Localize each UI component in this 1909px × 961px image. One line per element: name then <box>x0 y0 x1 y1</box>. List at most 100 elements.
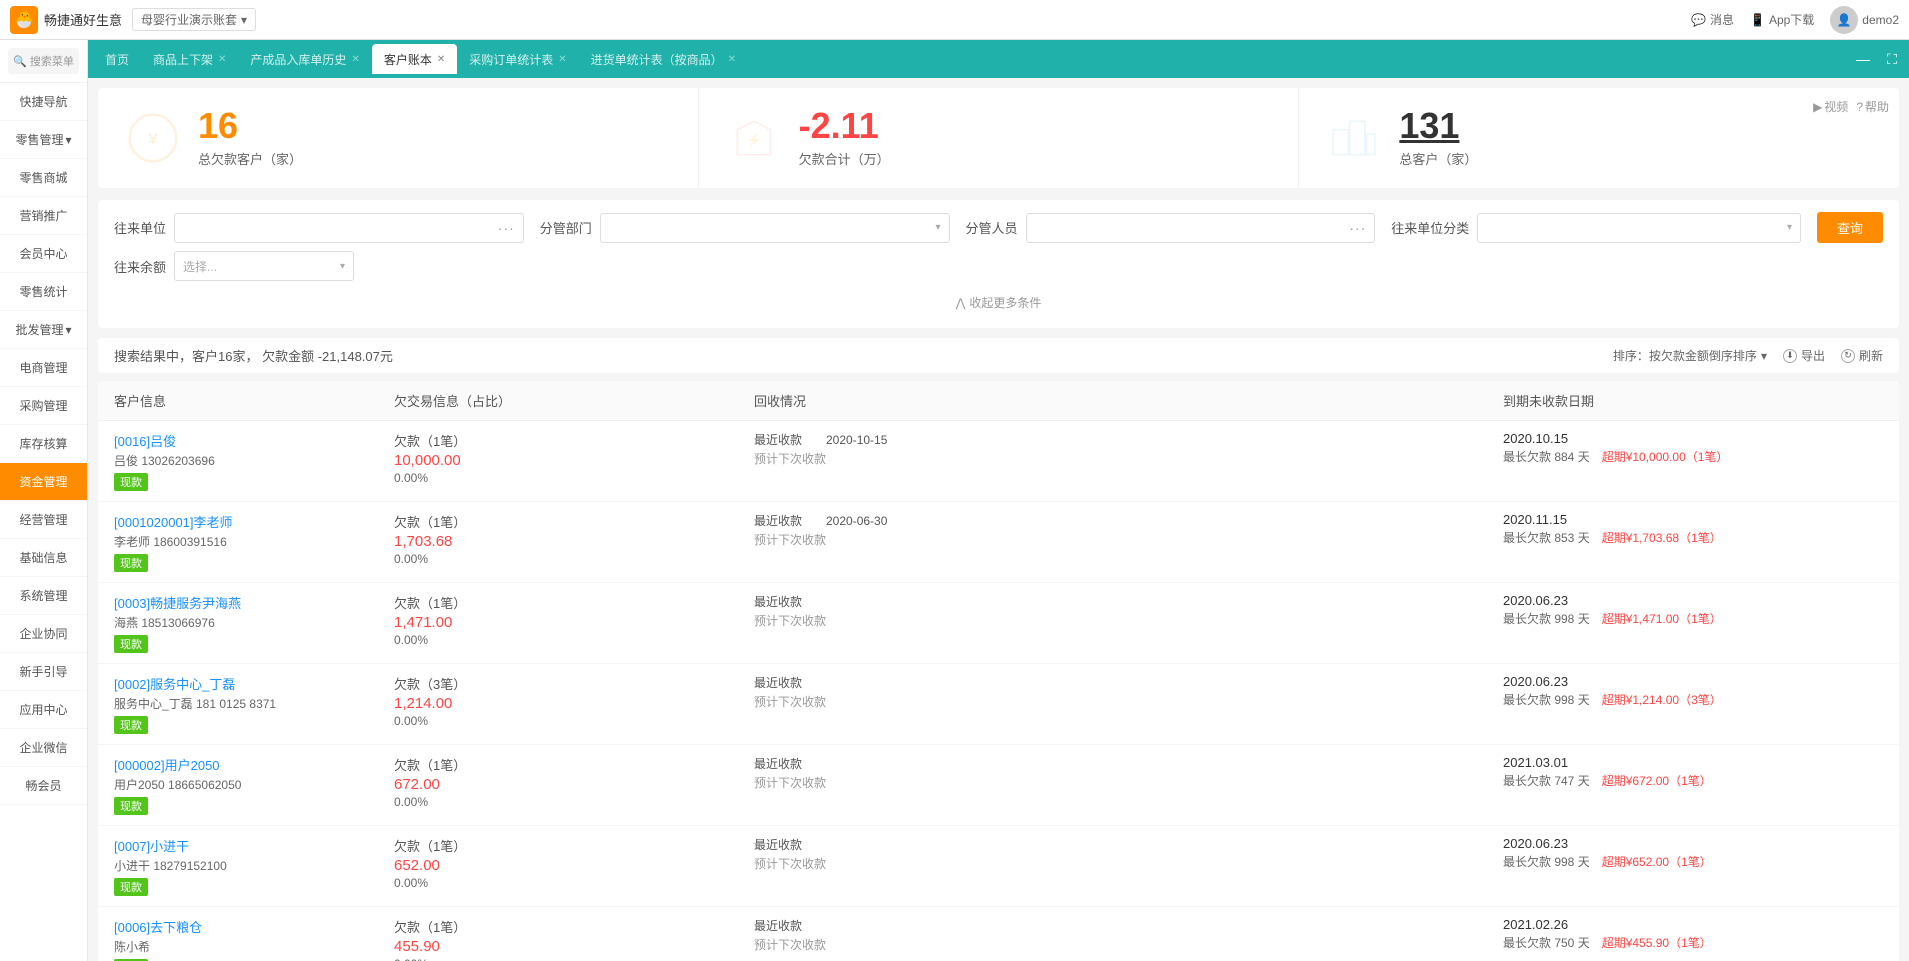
sidebar-item-app-center[interactable]: 应用中心 <box>0 691 87 729</box>
sort-label: 排序：按欠款金额倒序排序 <box>1613 347 1757 364</box>
sidebar-item-guide[interactable]: 新手引导 <box>0 653 87 691</box>
overdue-link[interactable]: 超期¥1,471.00（1笔） <box>1602 612 1722 626</box>
sidebar-item-retail-mall[interactable]: 零售商城 <box>0 159 87 197</box>
sidebar-item-marketing[interactable]: 营销推广 <box>0 197 87 235</box>
debt-count: 欠款（3笔） <box>394 674 754 693</box>
overdue-link[interactable]: 超期¥1,214.00（3笔） <box>1602 693 1722 707</box>
header-recover: 回收情况 <box>754 391 1503 410</box>
sidebar-item-enterprise[interactable]: 企业协同 <box>0 615 87 653</box>
sidebar-item-capital[interactable]: 资金管理 <box>0 463 87 501</box>
tab-close-icon[interactable]: ✕ <box>218 54 226 65</box>
stat-icon-debt: ⚡ <box>724 108 784 168</box>
sidebar-item-label: 系统管理 <box>19 589 67 603</box>
sidebar-item-ecommerce[interactable]: 电商管理 <box>0 349 87 387</box>
debt-amount-label: 欠款合计（万） <box>799 149 1274 168</box>
tab-customer-account[interactable]: 客户账本 ✕ <box>372 44 457 74</box>
tab-home[interactable]: 首页 <box>93 44 141 74</box>
tab-label: 采购订单统计表 <box>469 51 553 68</box>
help-action[interactable]: ? 帮助 <box>1856 98 1889 115</box>
filter-balance: 往来余额 选择... ▾ <box>114 251 354 281</box>
sidebar-item-label: 批发管理 <box>15 321 63 338</box>
tab-close-icon[interactable]: ✕ <box>558 54 566 65</box>
customer-info: 陈小希 <box>114 938 394 955</box>
filter-dept: 分管部门 ▾ <box>540 213 950 243</box>
collapse-row: ⋀ 收起更多条件 <box>114 289 1883 316</box>
tab-product-history[interactable]: 产成品入库单历史 ✕ <box>238 44 371 74</box>
next-collect-label: 预计下次收款 <box>754 855 1503 872</box>
video-action[interactable]: ▶ 视频 <box>1813 98 1848 115</box>
help-label: 帮助 <box>1865 98 1889 115</box>
overdue-link[interactable]: 超期¥455.90（1笔） <box>1602 936 1712 950</box>
sidebar-item-basic-info[interactable]: 基础信息 <box>0 539 87 577</box>
refresh-button[interactable]: ↻ 刷新 <box>1841 347 1883 364</box>
sidebar-item-label: 应用中心 <box>19 703 67 717</box>
sidebar-search-button[interactable]: 🔍 搜索菜单 <box>8 48 79 74</box>
sidebar-nav: 快捷导航 零售管理 ▾ 零售商城 营销推广 会员中心 零售统计 <box>0 83 87 805</box>
last-collect-label: 最近收款 2020-10-15 <box>754 431 1503 448</box>
message-action[interactable]: 💬 消息 <box>1691 11 1734 28</box>
sidebar-item-retail-mgmt[interactable]: 零售管理 ▾ <box>0 121 87 159</box>
collapse-button[interactable]: ⋀ 收起更多条件 <box>956 294 1042 311</box>
customer-tag: 现款 <box>114 554 148 572</box>
sidebar-item-member[interactable]: 会员中心 <box>0 235 87 273</box>
filter-vendor-category-label: 往来单位分类 <box>1391 218 1469 237</box>
sidebar-item-inventory[interactable]: 库存核算 <box>0 425 87 463</box>
filter-vendor-category-select[interactable]: ▾ <box>1477 213 1801 243</box>
filter-person-input[interactable]: ··· <box>1026 213 1376 243</box>
sidebar-item-quick-nav[interactable]: 快捷导航 <box>0 83 87 121</box>
tab-maximize-button[interactable]: ⛶ <box>1880 47 1904 71</box>
sidebar-item-operations[interactable]: 经营管理 <box>0 501 87 539</box>
overdue-link[interactable]: 超期¥10,000.00（1笔） <box>1602 450 1729 464</box>
sidebar-item-vip[interactable]: 畅会员 <box>0 767 87 805</box>
debt-amount: 1,471.00 <box>394 614 754 631</box>
overdue-detail: 最长欠款 998 天 超期¥652.00（1笔） <box>1503 853 1883 870</box>
customer-name-link[interactable]: [0016]吕俊 <box>114 431 394 450</box>
store-selector[interactable]: 母婴行业演示账套 ▾ <box>132 8 256 31</box>
message-icon: 💬 <box>1691 13 1706 27</box>
tab-product-shelf[interactable]: 商品上下架 ✕ <box>141 44 238 74</box>
debt-cell: 欠款（1笔） 10,000.00 0.00% <box>394 431 754 485</box>
overdue-link[interactable]: 超期¥672.00（1笔） <box>1602 774 1712 788</box>
customer-name-link[interactable]: [0003]畅捷服务尹海燕 <box>114 593 394 612</box>
overdue-link[interactable]: 超期¥1,703.68（1笔） <box>1602 531 1722 545</box>
recover-cell: 最近收款 预计下次收款 <box>754 674 1503 710</box>
last-collect-label: 最近收款 <box>754 674 1503 691</box>
export-button[interactable]: ⬇ 导出 <box>1783 347 1825 364</box>
customer-name-link[interactable]: [0001020001]李老师 <box>114 512 394 531</box>
filter-dept-label: 分管部门 <box>540 218 592 237</box>
customer-name-link[interactable]: [0007]小进干 <box>114 836 394 855</box>
next-collect-label: 预计下次收款 <box>754 612 1503 629</box>
user-profile[interactable]: 👤 demo2 <box>1830 6 1899 34</box>
tab-close-icon[interactable]: ✕ <box>437 54 445 65</box>
customer-name-link[interactable]: [000002]用户2050 <box>114 755 394 774</box>
tab-close-icon[interactable]: ✕ <box>728 54 736 65</box>
tab-purchase-order[interactable]: 采购订单统计表 ✕ <box>457 44 578 74</box>
sidebar-item-purchase[interactable]: 采购管理 <box>0 387 87 425</box>
filter-vendor-category: 往来单位分类 ▾ <box>1391 213 1801 243</box>
sidebar-item-system[interactable]: 系统管理 <box>0 577 87 615</box>
customer-name-link[interactable]: [0002]服务中心_丁磊 <box>114 674 394 693</box>
filter-vendor-input[interactable]: ··· <box>174 213 524 243</box>
stat-content-total: 131 总客户（家） <box>1399 108 1874 168</box>
customer-name-link[interactable]: [0006]去下粮仓 <box>114 917 394 936</box>
tab-close-icon[interactable]: ✕ <box>351 54 359 65</box>
overdue-link[interactable]: 超期¥652.00（1笔） <box>1602 855 1712 869</box>
sort-dropdown[interactable]: 排序：按欠款金额倒序排序 ▾ <box>1613 347 1767 364</box>
search-button[interactable]: 查询 <box>1817 212 1883 243</box>
total-customers-label: 总客户（家） <box>1399 149 1874 168</box>
tab-purchase-stats[interactable]: 进货单统计表（按商品） ✕ <box>579 44 748 74</box>
sidebar-item-retail-stats[interactable]: 零售统计 <box>0 273 87 311</box>
recover-cell: 最近收款 2020-10-15 预计下次收款 <box>754 431 1503 467</box>
recover-cell: 最近收款 预计下次收款 <box>754 755 1503 791</box>
tab-minimize-button[interactable]: — <box>1851 47 1875 71</box>
overdue-date: 2020.06.23 <box>1503 593 1883 608</box>
debt-amount: 1,703.68 <box>394 533 754 550</box>
sidebar-item-batch-mgmt[interactable]: 批发管理 ▾ <box>0 311 87 349</box>
sidebar-item-wechat[interactable]: 企业微信 <box>0 729 87 767</box>
debt-cell: 欠款（1笔） 1,703.68 0.00% <box>394 512 754 566</box>
sidebar-item-label: 采购管理 <box>19 399 67 413</box>
filter-balance-select[interactable]: 选择... ▾ <box>174 251 354 281</box>
overdue-date: 2020.10.15 <box>1503 431 1883 446</box>
filter-dept-select[interactable]: ▾ <box>600 213 950 243</box>
app-download-action[interactable]: 📱 App下载 <box>1750 11 1814 28</box>
